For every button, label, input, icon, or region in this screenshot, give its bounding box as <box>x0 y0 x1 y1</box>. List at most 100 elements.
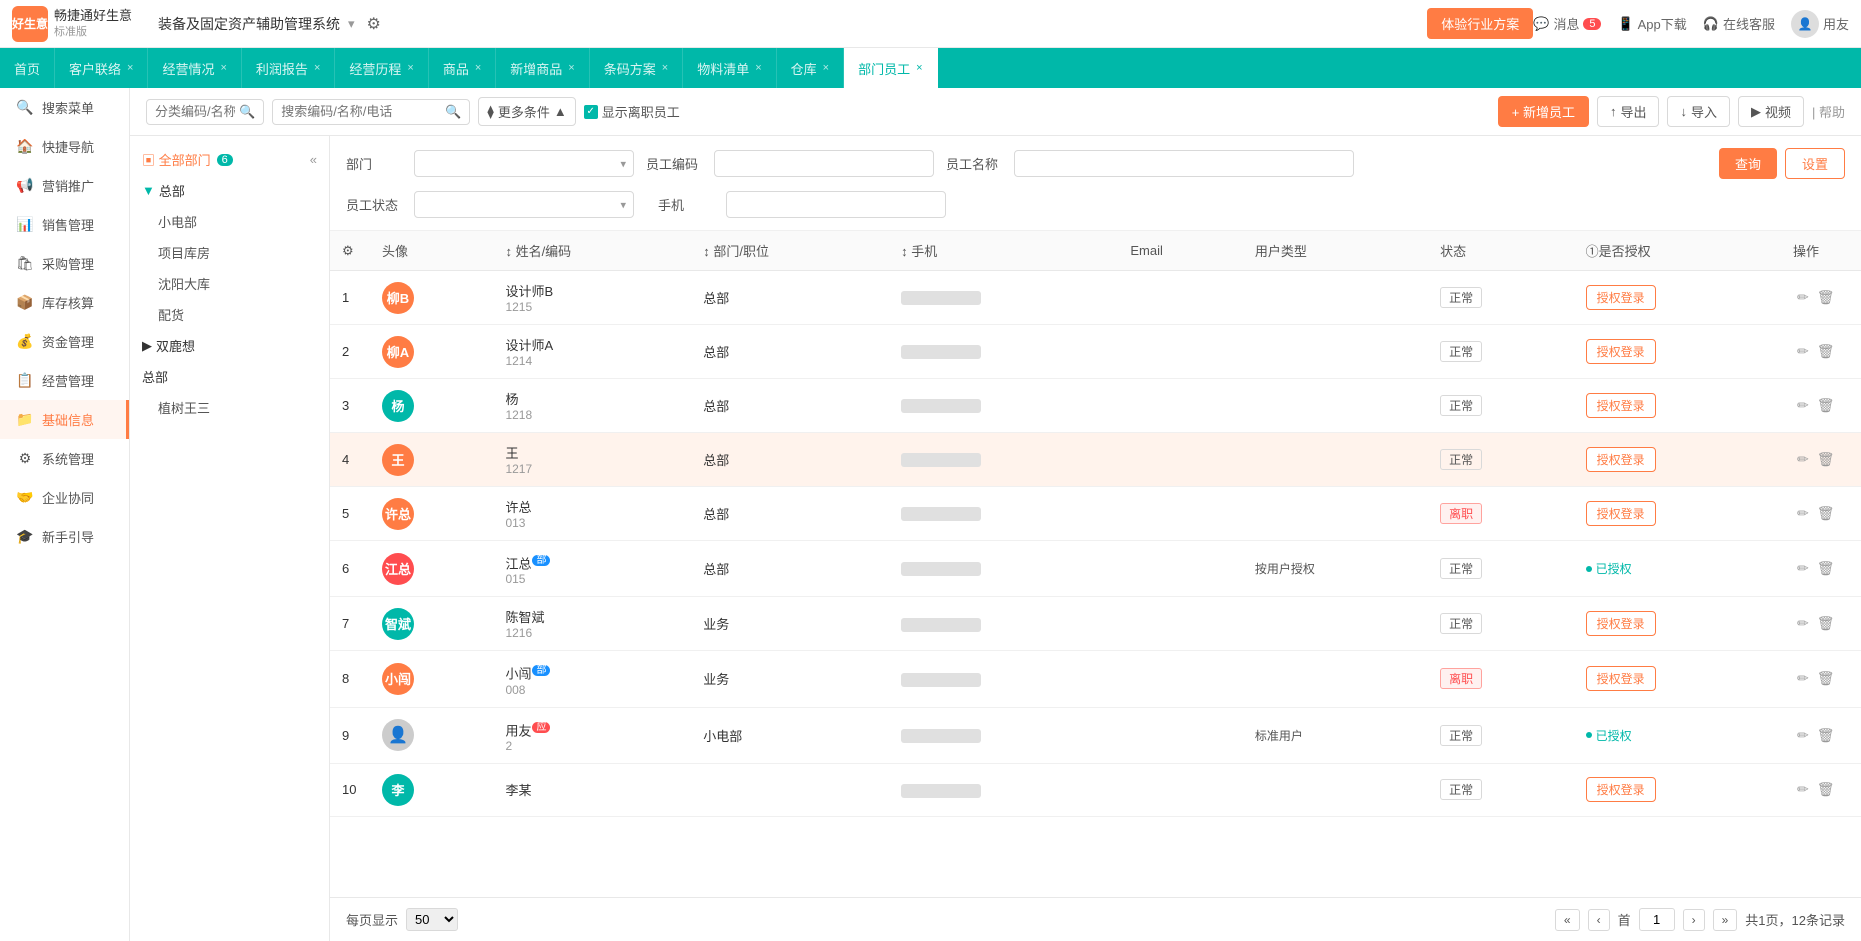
sidebar-item-quicknav[interactable]: 🏠 快捷导航 <box>0 127 129 166</box>
first-page-button[interactable]: « <box>1555 909 1580 931</box>
sidebar-item-finance[interactable]: 💰 资金管理 <box>0 322 129 361</box>
tab-profit[interactable]: 利润报告 × <box>242 48 335 88</box>
message-button[interactable]: 💬 消息 5 <box>1533 14 1601 33</box>
tree-item-small-elec[interactable]: 小电部 <box>130 206 329 237</box>
tree-item-project-storage[interactable]: 项目库房 <box>130 237 329 268</box>
last-page-button[interactable]: » <box>1713 909 1738 931</box>
row-auth[interactable]: 授权登录 <box>1574 379 1781 433</box>
close-icon[interactable]: × <box>475 62 481 74</box>
query-button[interactable]: 查询 <box>1719 148 1777 179</box>
tree-item-hq[interactable]: 总部 <box>130 361 329 392</box>
row-auth[interactable]: 已授权 <box>1574 541 1781 597</box>
video-button[interactable]: ▶ 视频 <box>1738 96 1804 127</box>
auth-login-button[interactable]: 授权登录 <box>1586 339 1656 364</box>
delete-button[interactable]: 🗑 <box>1813 341 1839 362</box>
delete-button[interactable]: 🗑 <box>1813 395 1839 416</box>
delete-button[interactable]: 🗑 <box>1813 558 1839 579</box>
close-icon[interactable]: × <box>755 62 761 74</box>
auth-login-button[interactable]: 授权登录 <box>1586 285 1656 310</box>
category-search-input[interactable] <box>155 104 235 119</box>
more-filter-button[interactable]: ⧫ 更多条件 ▲ <box>478 97 575 126</box>
edit-button[interactable]: ✏ <box>1793 395 1813 416</box>
row-auth[interactable]: 已授权 <box>1574 707 1781 763</box>
import-button[interactable]: ↓ 导入 <box>1667 96 1730 127</box>
auth-login-button[interactable]: 授权登录 <box>1586 393 1656 418</box>
tab-goods[interactable]: 商品 × <box>429 48 496 88</box>
delete-button[interactable]: 🗑 <box>1813 503 1839 524</box>
close-icon[interactable]: × <box>916 62 922 74</box>
edit-button[interactable]: ✏ <box>1793 503 1813 524</box>
close-icon[interactable]: × <box>314 62 320 74</box>
add-employee-button[interactable]: + 新增员工 <box>1498 96 1589 127</box>
user-area[interactable]: 👤 用友 <box>1791 10 1849 38</box>
edit-button[interactable]: ✏ <box>1793 779 1813 800</box>
sidebar-item-system[interactable]: ⚙ 系统管理 <box>0 439 129 478</box>
sidebar-item-purchase[interactable]: 🛍 采购管理 <box>0 244 129 283</box>
edit-button[interactable]: ✏ <box>1793 558 1813 579</box>
tab-home[interactable]: 首页 <box>0 48 55 88</box>
delete-button[interactable]: 🗑 <box>1813 779 1839 800</box>
close-icon[interactable]: × <box>662 62 668 74</box>
edit-button[interactable]: ✏ <box>1793 668 1813 689</box>
phone-input[interactable] <box>726 191 946 218</box>
edit-button[interactable]: ✏ <box>1793 287 1813 308</box>
col-dept[interactable]: ↕ 部门/职位 <box>691 231 889 271</box>
col-phone[interactable]: ↕ 手机 <box>889 231 1118 271</box>
app-download-button[interactable]: 📱 App下载 <box>1617 14 1686 33</box>
gear-icon[interactable]: ⚙ <box>367 14 381 34</box>
emp-status-select[interactable] <box>414 191 634 218</box>
auth-login-button[interactable]: 授权登录 <box>1586 666 1656 691</box>
sidebar-item-search[interactable]: 🔍 搜索菜单 <box>0 88 129 127</box>
edit-button[interactable]: ✏ <box>1793 449 1813 470</box>
edit-button[interactable]: ✏ <box>1793 725 1813 746</box>
tab-add-goods[interactable]: 新增商品 × <box>496 48 589 88</box>
tree-item-distribution[interactable]: 配货 <box>130 299 329 330</box>
close-icon[interactable]: × <box>568 62 574 74</box>
col-name[interactable]: ↕ 姓名/编码 <box>493 231 691 271</box>
tab-warehouse[interactable]: 仓库 × <box>777 48 844 88</box>
delete-button[interactable]: 🗑 <box>1813 287 1839 308</box>
all-dept-label[interactable]: ▣ 全部部门 <box>142 150 211 169</box>
row-auth[interactable]: 授权登录 <box>1574 433 1781 487</box>
reset-button[interactable]: 设置 <box>1785 148 1845 179</box>
tab-employee[interactable]: 部门员工 × <box>844 48 937 88</box>
category-search[interactable]: 🔍 <box>146 99 264 125</box>
row-auth[interactable]: 授权登录 <box>1574 325 1781 379</box>
auth-login-button[interactable]: 授权登录 <box>1586 777 1656 802</box>
row-auth[interactable]: 授权登录 <box>1574 487 1781 541</box>
row-auth[interactable]: 授权登录 <box>1574 597 1781 651</box>
delete-button[interactable]: 🗑 <box>1813 668 1839 689</box>
row-auth[interactable]: 授权登录 <box>1574 651 1781 707</box>
tab-operation[interactable]: 经营情况 × <box>148 48 241 88</box>
help-text[interactable]: | 帮助 <box>1812 102 1845 121</box>
trial-button[interactable]: 体验行业方案 <box>1427 8 1533 39</box>
tree-item-zhishu[interactable]: 植树王三 <box>130 392 329 423</box>
sidebar-item-sales[interactable]: 📊 销售管理 <box>0 205 129 244</box>
edit-button[interactable]: ✏ <box>1793 613 1813 634</box>
collapse-panel-icon[interactable]: « <box>310 152 317 167</box>
auth-login-button[interactable]: 授权登录 <box>1586 501 1656 526</box>
sidebar-item-collab[interactable]: 🤝 企业协同 <box>0 478 129 517</box>
close-icon[interactable]: × <box>127 62 133 74</box>
tab-journey[interactable]: 经营历程 × <box>335 48 428 88</box>
row-auth[interactable]: 授权登录 <box>1574 271 1781 325</box>
online-service-button[interactable]: 🎧 在线客服 <box>1703 14 1775 33</box>
tab-customer[interactable]: 客户联络 × <box>55 48 148 88</box>
per-page-select[interactable]: 50 100 <box>406 908 458 931</box>
row-auth[interactable]: 授权登录 <box>1574 763 1781 816</box>
search-input[interactable] <box>281 104 441 119</box>
close-icon[interactable]: × <box>823 62 829 74</box>
edit-button[interactable]: ✏ <box>1793 341 1813 362</box>
auth-login-button[interactable]: 授权登录 <box>1586 611 1656 636</box>
emp-name-input[interactable] <box>1014 150 1354 177</box>
close-icon[interactable]: × <box>407 62 413 74</box>
tree-item-shenyang[interactable]: 沈阳大库 <box>130 268 329 299</box>
tab-bom[interactable]: 物料清单 × <box>683 48 776 88</box>
show-resigned-toggle[interactable]: ✓ 显示离职员工 <box>584 102 680 121</box>
next-page-button[interactable]: › <box>1683 909 1705 931</box>
tree-item-shuanglu[interactable]: ▶ 双鹿想 <box>130 330 329 361</box>
close-icon[interactable]: × <box>220 62 226 74</box>
sidebar-item-management[interactable]: 📋 经营管理 <box>0 361 129 400</box>
col-settings[interactable]: ⚙ <box>330 231 370 271</box>
search-bar[interactable]: 🔍 <box>272 99 470 125</box>
